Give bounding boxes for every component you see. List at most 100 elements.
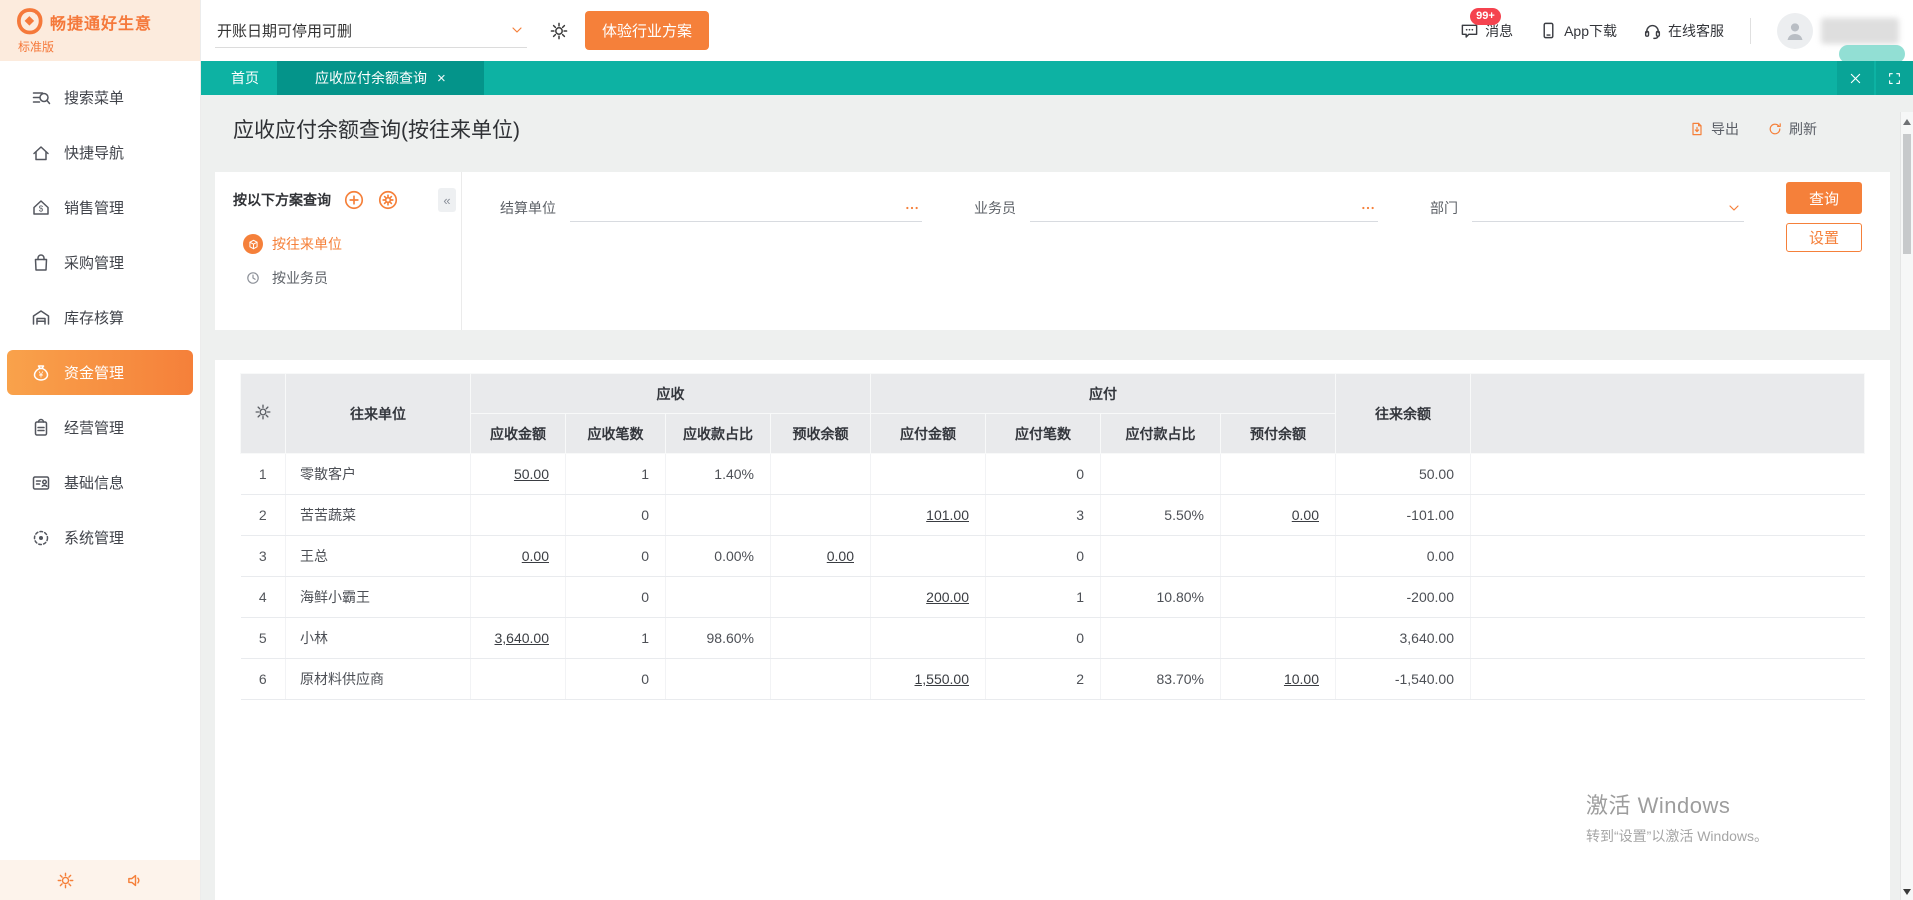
pre-receive-balance[interactable]: 0.00 — [770, 535, 871, 577]
payable-amount-header: 应付金额 — [870, 413, 986, 454]
page-content: 应收应付余额查询(按往来单位) 导出 刷新 按以下方案查询 « 按往来单位 按业… — [201, 95, 1913, 900]
collapse-panel-icon[interactable]: « — [438, 188, 456, 212]
payable-amount[interactable]: 1,550.00 — [870, 658, 986, 700]
sidebar-item-label: 销售管理 — [64, 200, 125, 217]
scrollbar-thumb[interactable] — [1903, 134, 1911, 254]
query-button[interactable]: 查询 — [1786, 182, 1862, 214]
pre-pay-balance — [1220, 617, 1336, 659]
sidebar-item-search-menu[interactable]: 搜索菜单 — [7, 75, 193, 120]
receivable-ratio: 1.40% — [665, 453, 771, 495]
field-input[interactable] — [1472, 194, 1744, 222]
refresh-button[interactable]: 刷新 — [1767, 119, 1817, 139]
query-scheme-panel: 按以下方案查询 « 按往来单位 按业务员 — [215, 172, 462, 330]
account-settings-gear-icon[interactable] — [549, 21, 569, 41]
export-button[interactable]: 导出 — [1689, 119, 1739, 139]
pre-pay-balance — [1220, 453, 1336, 495]
ellipsis-icon[interactable] — [1360, 200, 1376, 216]
pre-pay-balance[interactable]: 0.00 — [1220, 494, 1336, 536]
current-balance: 3,640.00 — [1335, 617, 1471, 659]
payable-amount — [870, 617, 986, 659]
receivable-ratio — [665, 658, 771, 700]
scheme-panel-title: 按以下方案查询 — [233, 192, 331, 208]
settings-button[interactable]: 设置 — [1786, 223, 1862, 252]
user-account-menu[interactable] — [1777, 12, 1905, 63]
add-scheme-icon[interactable] — [343, 189, 365, 211]
receivable-amount — [470, 576, 566, 618]
entity-name: 小林 — [285, 617, 471, 659]
receivable-group-header: 应收 — [470, 373, 871, 414]
receivable-amount[interactable]: 3,640.00 — [470, 617, 566, 659]
entity-name: 零散客户 — [285, 453, 471, 495]
export-icon — [1689, 121, 1705, 137]
sidebar-item-purchase[interactable]: 采购管理 — [7, 240, 193, 285]
payable-amount[interactable]: 200.00 — [870, 576, 986, 618]
tab-close-icon[interactable]: × — [437, 71, 446, 86]
watermark-line2: 转到“设置”以激活 Windows。 — [1586, 828, 1769, 844]
app-download-button[interactable]: App下载 — [1539, 21, 1617, 41]
tab-balance-query[interactable]: 应收应付余额查询 × — [277, 61, 484, 95]
field-input[interactable] — [1030, 194, 1378, 222]
pre-receive-balance-header: 预收余额 — [770, 413, 871, 454]
sidebar-item-base-info[interactable]: 基础信息 — [7, 460, 193, 505]
receivable-amount[interactable]: 0.00 — [470, 535, 566, 577]
settings-gear-icon[interactable] — [56, 871, 75, 890]
tab-label: 应收应付余额查询 — [315, 70, 427, 86]
table-row: 1 零散客户 50.00 1 1.40% 0 50.00 — [240, 453, 1865, 495]
scheme-settings-gear-icon[interactable] — [377, 189, 399, 211]
pre-pay-balance[interactable]: 10.00 — [1220, 658, 1336, 700]
payable-ratio — [1100, 535, 1221, 577]
row-index: 1 — [240, 453, 286, 495]
current-balance: -1,540.00 — [1335, 658, 1471, 700]
receivable-count: 0 — [565, 576, 666, 618]
receivable-amount — [470, 658, 566, 700]
field-label: 结算单位 — [500, 200, 556, 216]
vertical-scrollbar[interactable] — [1900, 112, 1913, 900]
sidebar-item-sales[interactable]: $ 销售管理 — [7, 185, 193, 230]
scroll-down-arrow-icon[interactable] — [1903, 889, 1911, 895]
table-row: 5 小林 3,640.00 1 98.60% 0 3,640.00 — [240, 617, 1865, 659]
entity-column-header: 往来单位 — [285, 373, 471, 454]
username-redacted — [1821, 17, 1899, 44]
sidebar-item-inventory[interactable]: 库存核算 — [7, 295, 193, 340]
sidebar-item-operations[interactable]: 经营管理 — [7, 405, 193, 450]
pre-receive-balance — [770, 617, 871, 659]
sales-icon: $ — [31, 198, 51, 218]
operations-icon — [31, 418, 51, 438]
receivable-ratio: 0.00% — [665, 535, 771, 577]
payable-amount — [870, 453, 986, 495]
entity-name: 原材料供应商 — [285, 658, 471, 700]
close-all-tabs-icon[interactable] — [1837, 61, 1874, 95]
industry-solution-button[interactable]: 体验行业方案 — [585, 11, 710, 50]
tab-bar: 首页 应收应付余额查询 × — [201, 61, 1913, 95]
receivable-count: 1 — [565, 617, 666, 659]
filter-field-2: 部门 — [1430, 194, 1744, 222]
topbar: 开账日期可停用可删 体验行业方案 99+ 消息 App下载 在线客服 — [201, 0, 1913, 63]
scheme-item[interactable]: 按业务员 — [243, 265, 461, 291]
sidebar-item-system[interactable]: 系统管理 — [7, 515, 193, 560]
column-settings-header — [240, 373, 286, 454]
field-input[interactable] — [570, 194, 922, 222]
field-label: 部门 — [1430, 200, 1458, 216]
receivable-amount[interactable]: 50.00 — [470, 453, 566, 495]
scroll-up-arrow-icon[interactable] — [1903, 119, 1911, 125]
chevron-down-icon[interactable] — [1726, 200, 1742, 216]
sidebar-item-home[interactable]: 快捷导航 — [7, 130, 193, 175]
watermark-line1: 激活 Windows — [1586, 793, 1731, 818]
chevron-down-icon — [509, 22, 525, 38]
scheme-item[interactable]: 按往来单位 — [243, 231, 461, 257]
column-settings-gear-icon[interactable] — [254, 403, 272, 421]
fullscreen-icon[interactable] — [1876, 61, 1913, 95]
filter-field-1: 业务员 — [974, 194, 1378, 222]
payable-amount[interactable]: 101.00 — [870, 494, 986, 536]
empty-cell — [1470, 576, 1865, 618]
receivable-amount-header: 应收金额 — [470, 413, 566, 454]
ellipsis-icon[interactable] — [904, 200, 920, 216]
sidebar-item-funds[interactable]: ¥ 资金管理 — [7, 350, 193, 395]
filter-field-0: 结算单位 — [500, 194, 922, 222]
account-set-dropdown[interactable]: 开账日期可停用可删 — [215, 14, 527, 48]
online-service-button[interactable]: 在线客服 — [1643, 21, 1724, 41]
announcement-speaker-icon[interactable] — [126, 871, 145, 890]
messages-button[interactable]: 99+ 消息 — [1460, 7, 1513, 41]
refresh-icon — [1767, 121, 1783, 137]
tab-home[interactable]: 首页 — [213, 61, 277, 95]
